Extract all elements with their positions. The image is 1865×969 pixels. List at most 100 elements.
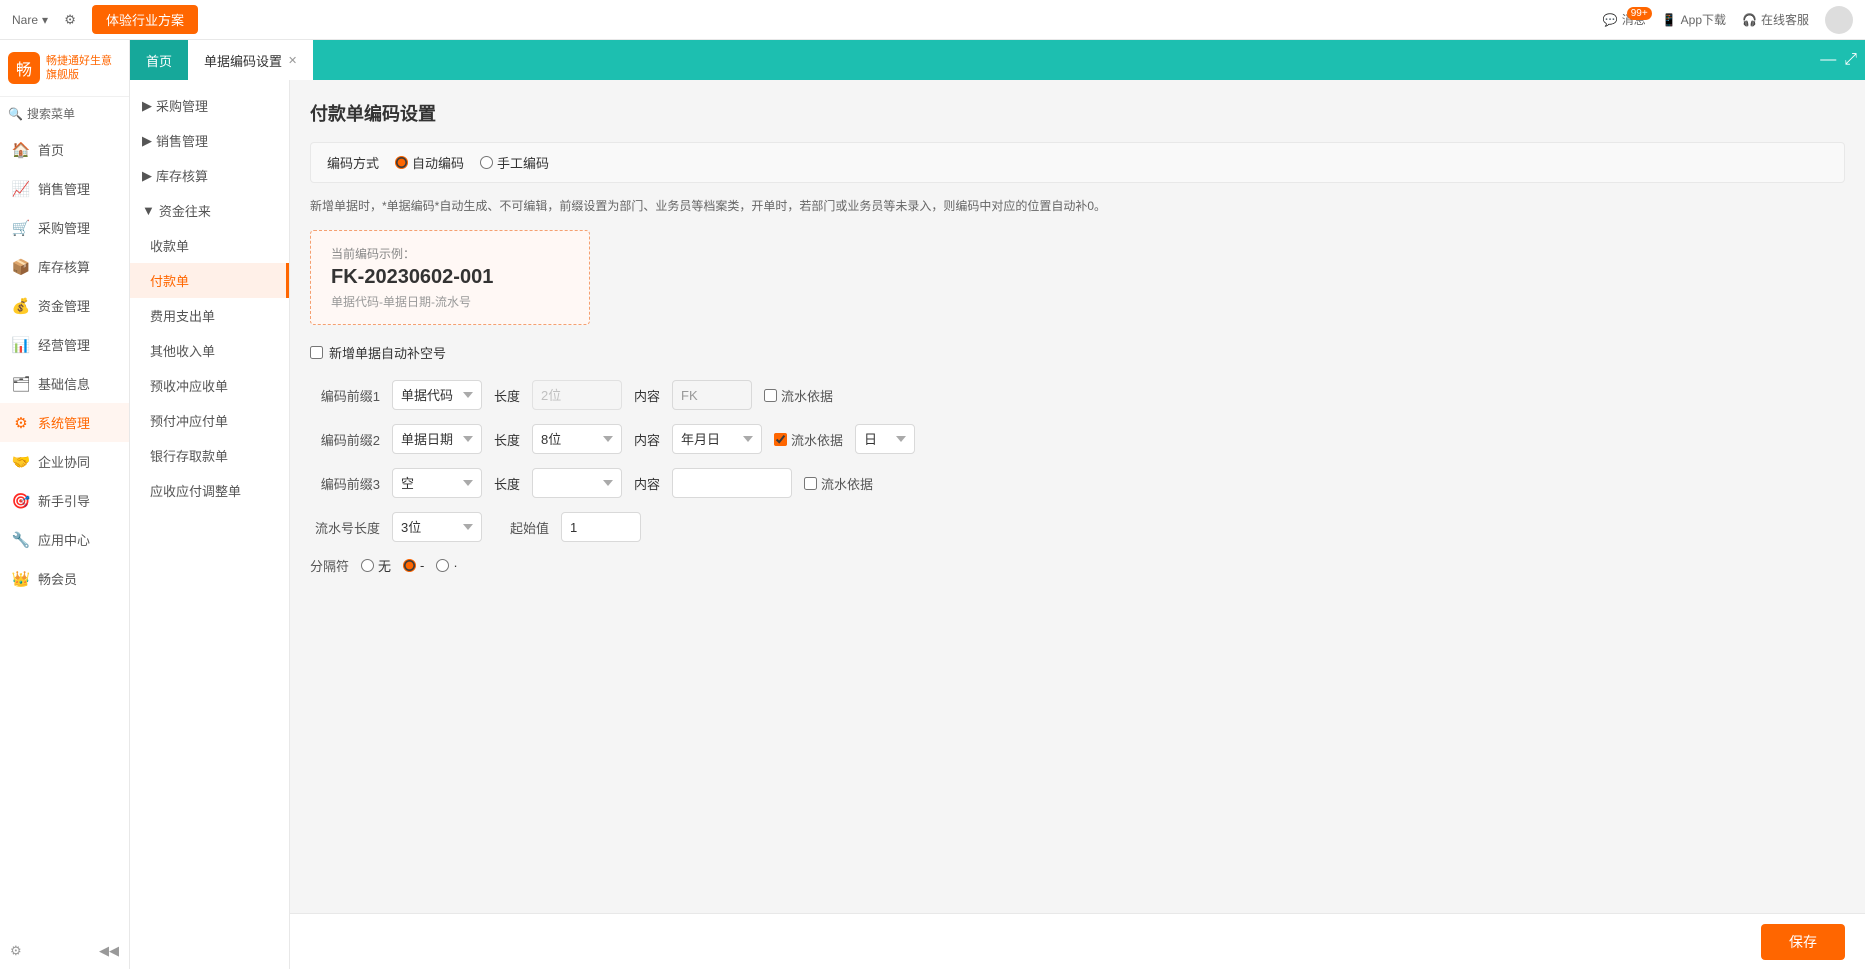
- sep-dash-radio[interactable]: -: [403, 558, 424, 573]
- sidebar-bottom: ⚙ ◀◀: [0, 933, 129, 969]
- sidebar-search-button[interactable]: 🔍 搜索菜单: [0, 97, 129, 130]
- membership-icon: 👑: [12, 570, 30, 588]
- auto-encoding-radio[interactable]: 自动编码: [395, 153, 464, 172]
- encoding-row-3: 编码前缀3 空 长度 内容 流水依据: [310, 468, 1845, 498]
- manual-encoding-radio-input[interactable]: [480, 156, 493, 169]
- sidebar-item-guide[interactable]: 🎯 新手引导: [0, 481, 129, 520]
- content3-input[interactable]: [672, 468, 792, 498]
- sidebar-item-home[interactable]: 🏠 首页: [0, 130, 129, 169]
- sub-menu-header-sales[interactable]: ▶ 销售管理: [130, 123, 289, 158]
- sub-menu-item-payable-adjust-label: 应收应付调整单: [150, 484, 241, 499]
- serial3-checkbox[interactable]: [804, 477, 817, 490]
- content1-input: [672, 380, 752, 410]
- settings-icon[interactable]: ⚙: [56, 6, 84, 34]
- logo-line1: 畅捷通好生意: [46, 54, 112, 68]
- sub-menu-item-prepay-receive[interactable]: 预收冲应收单: [130, 368, 289, 403]
- length3-select[interactable]: [532, 468, 622, 498]
- sidebar-item-system[interactable]: ⚙ 系统管理: [0, 403, 129, 442]
- bottom-settings-icon[interactable]: ⚙: [10, 943, 22, 959]
- encoding-row-1: 编码前缀1 单据代码 长度 2位 内容 流水依据: [310, 380, 1845, 410]
- sub-sidebar: ▶ 采购管理 ▶ 销售管理 ▶ 库存核算: [130, 80, 290, 969]
- tab-home[interactable]: 首页: [130, 40, 188, 80]
- prefix2-select[interactable]: 单据日期: [392, 424, 482, 454]
- sub-menu-item-other-income[interactable]: 其他收入单: [130, 333, 289, 368]
- tab-minimize-icon[interactable]: —: [1820, 51, 1836, 69]
- sub-menu-item-payable-adjust[interactable]: 应收应付调整单: [130, 473, 289, 508]
- serial2-unit-select[interactable]: 日: [855, 424, 915, 454]
- tab-close-icon[interactable]: ✕: [288, 54, 297, 67]
- length3-label: 长度: [494, 474, 520, 493]
- chevron-right-icon2: ▶: [142, 133, 152, 149]
- prefix3-select[interactable]: 空: [392, 468, 482, 498]
- start-value-input[interactable]: [561, 512, 641, 542]
- sub-menu-item-payment[interactable]: 付款单: [130, 263, 289, 298]
- sub-menu-header-inventory[interactable]: ▶ 库存核算: [130, 158, 289, 193]
- sub-menu-item-prepay-pay[interactable]: 预付冲应付单: [130, 403, 289, 438]
- sidebar-label-inventory: 库存核算: [38, 257, 90, 276]
- sep-none-radio[interactable]: 无: [361, 556, 391, 575]
- sidebar-item-operations[interactable]: 📊 经营管理: [0, 325, 129, 364]
- serial1-label: 流水依据: [781, 386, 833, 405]
- sidebar-item-inventory[interactable]: 📦 库存核算: [0, 247, 129, 286]
- serial-length-select[interactable]: 3位: [392, 512, 482, 542]
- company-selector[interactable]: Nare ▾: [12, 13, 48, 27]
- serial1-checkbox[interactable]: [764, 389, 777, 402]
- sidebar-label-membership: 畅会员: [38, 569, 77, 588]
- auto-fill-row: 新增单据自动补空号: [310, 343, 1845, 362]
- prefix2-label: 编码前缀2: [310, 430, 380, 449]
- serial2-checkbox-label[interactable]: 流水依据: [774, 430, 843, 449]
- sub-menu-item-receipt[interactable]: 收款单: [130, 228, 289, 263]
- system-icon: ⚙: [12, 414, 30, 432]
- sep-none-label: 无: [378, 556, 391, 575]
- tab-encoding-label: 单据编码设置: [204, 51, 282, 70]
- sub-menu-header-purchase[interactable]: ▶ 采购管理: [130, 88, 289, 123]
- sidebar-item-membership[interactable]: 👑 畅会员: [0, 559, 129, 598]
- sep-dash-radio-input[interactable]: [403, 559, 416, 572]
- content2-select[interactable]: 年月日: [672, 424, 762, 454]
- avatar[interactable]: [1825, 6, 1853, 34]
- serial3-label: 流水依据: [821, 474, 873, 493]
- main-area: 首页 单据编码设置 ✕ — ⤢ ▶ 采购管理: [130, 40, 1865, 969]
- sub-menu-header-finance[interactable]: ▼ 资金往来: [130, 193, 289, 228]
- length2-select[interactable]: 8位: [532, 424, 622, 454]
- sidebar-item-finance[interactable]: 💰 资金管理: [0, 286, 129, 325]
- serial2-checkbox[interactable]: [774, 433, 787, 446]
- prefix1-label: 编码前缀1: [310, 386, 380, 405]
- sidebar-item-basic[interactable]: 🗂 基础信息: [0, 364, 129, 403]
- prefix1-select[interactable]: 单据代码: [392, 380, 482, 410]
- tab-encoding[interactable]: 单据编码设置 ✕: [188, 40, 313, 80]
- inventory-icon: 📦: [12, 258, 30, 276]
- sep-none-radio-input[interactable]: [361, 559, 374, 572]
- sep-dot-radio[interactable]: ·: [436, 558, 457, 573]
- app-download-button[interactable]: 📱 App下载: [1662, 11, 1726, 28]
- sub-menu-sales: ▶ 销售管理: [130, 123, 289, 158]
- message-button[interactable]: 💬 消息 99+: [1603, 11, 1646, 28]
- sidebar-label-purchase: 采购管理: [38, 218, 90, 237]
- operations-icon: 📊: [12, 336, 30, 354]
- sep-dot-radio-input[interactable]: [436, 559, 449, 572]
- tab-maximize-icon[interactable]: ⤢: [1844, 51, 1857, 69]
- serial3-checkbox-label[interactable]: 流水依据: [804, 474, 873, 493]
- tab-bar-actions: — ⤢: [1820, 51, 1865, 69]
- manual-encoding-radio[interactable]: 手工编码: [480, 153, 549, 172]
- auto-fill-checkbox[interactable]: [310, 346, 323, 359]
- sidebar-item-sales[interactable]: 📈 销售管理: [0, 169, 129, 208]
- online-service-button[interactable]: 🎧 在线客服: [1742, 11, 1809, 28]
- sidebar-item-purchase[interactable]: 🛒 采购管理: [0, 208, 129, 247]
- sidebar-label-cooperation: 企业协同: [38, 452, 90, 471]
- online-service-label: 在线客服: [1761, 11, 1809, 28]
- tab-home-label: 首页: [146, 51, 172, 70]
- trial-button[interactable]: 体验行业方案: [92, 5, 198, 34]
- auto-encoding-radio-input[interactable]: [395, 156, 408, 169]
- save-button[interactable]: 保存: [1761, 924, 1845, 960]
- sub-menu-label-purchase: 采购管理: [156, 96, 208, 115]
- collapse-icon[interactable]: ◀◀: [99, 943, 119, 959]
- sidebar-label-home: 首页: [38, 140, 64, 159]
- serial1-checkbox-label[interactable]: 流水依据: [764, 386, 833, 405]
- separator-row: 分隔符 无 - ·: [310, 556, 1845, 575]
- sub-menu-item-expense[interactable]: 费用支出单: [130, 298, 289, 333]
- sidebar-item-cooperation[interactable]: 🤝 企业协同: [0, 442, 129, 481]
- sub-menu-item-bank-deposit[interactable]: 银行存取款单: [130, 438, 289, 473]
- apps-icon: 🔧: [12, 531, 30, 549]
- sidebar-item-apps[interactable]: 🔧 应用中心: [0, 520, 129, 559]
